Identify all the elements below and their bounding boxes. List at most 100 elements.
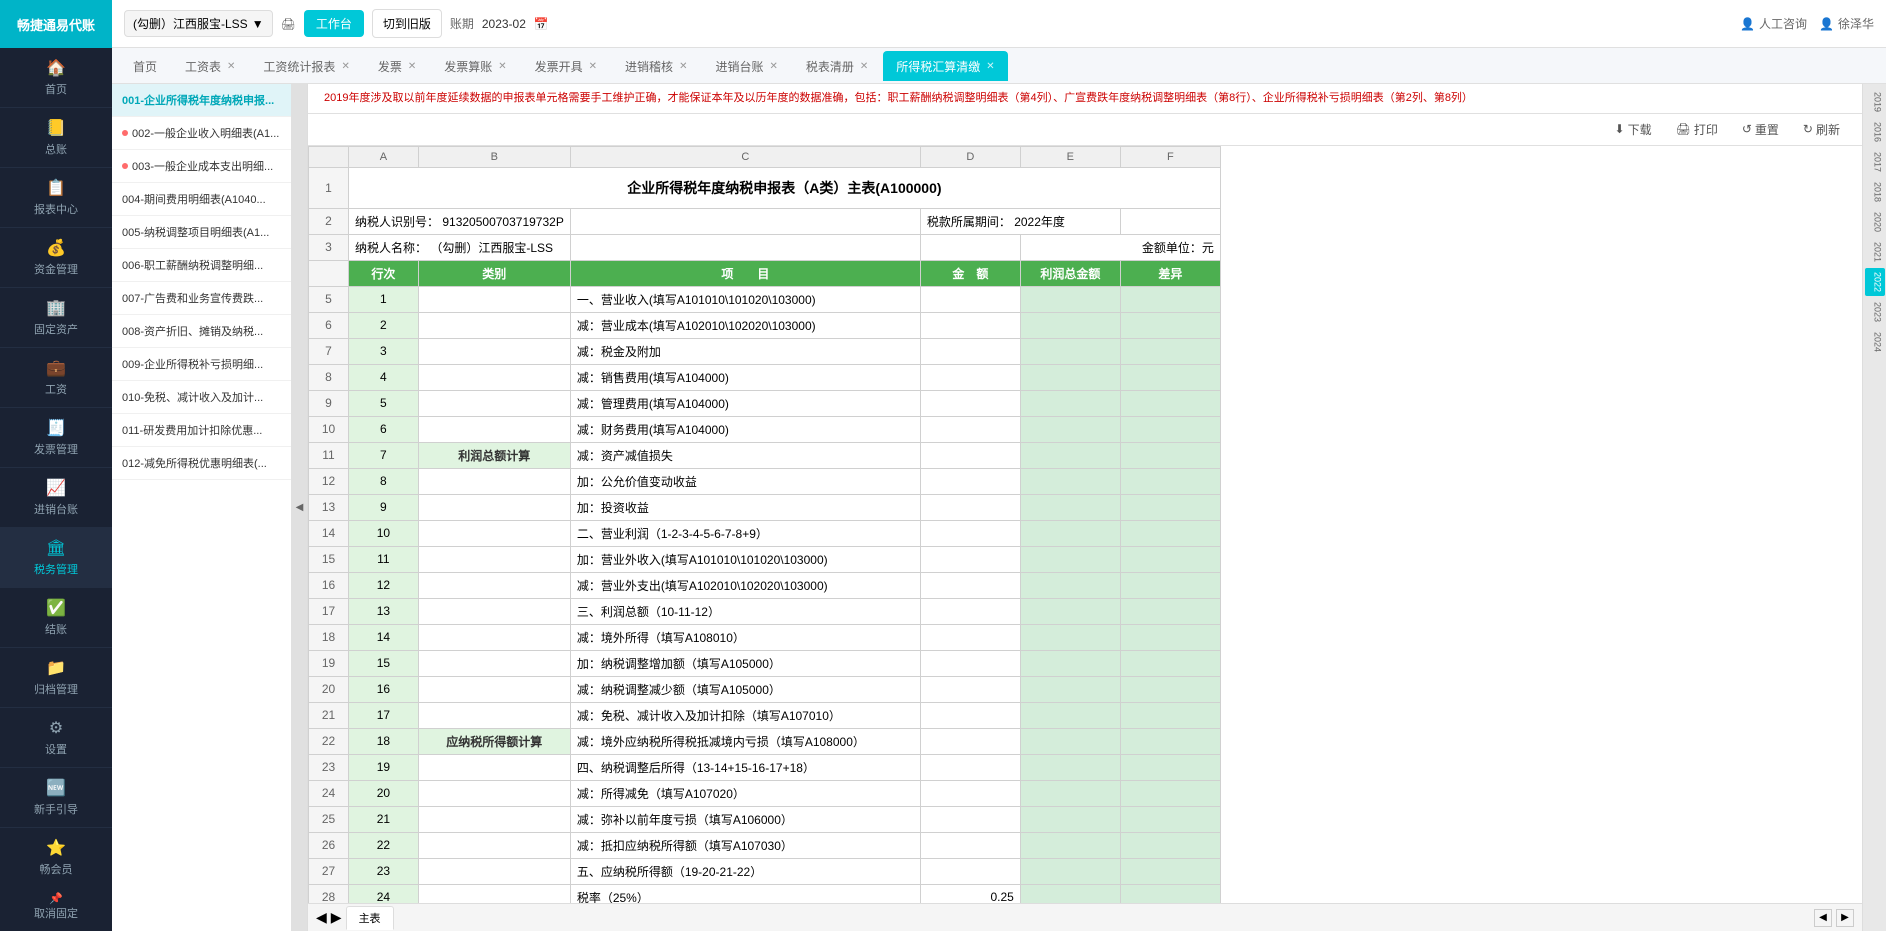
report-item-002[interactable]: 002-一般企业收入明细表(A1... [112,117,291,150]
sidebar-item-salary[interactable]: 💼 工资 [0,348,112,408]
row-sequence[interactable]: 4 [349,364,419,390]
report-item-006[interactable]: 006-职工薪酬纳税调整明细... [112,249,291,282]
row-amount[interactable] [920,416,1020,442]
row-profit-amount[interactable] [1020,806,1120,832]
row-amount[interactable] [920,442,1020,468]
row-amount[interactable] [920,806,1020,832]
row-difference[interactable] [1120,364,1220,390]
row-amount[interactable] [920,598,1020,624]
row-difference[interactable] [1120,806,1220,832]
year-2020[interactable]: 2020 [1865,208,1885,236]
report-item-011[interactable]: 011-研发费用加计扣除优惠... [112,414,291,447]
row-item[interactable]: 减：财务费用(填写A104000) [570,416,920,442]
row-sequence[interactable]: 8 [349,468,419,494]
row-sequence[interactable]: 12 [349,572,419,598]
row-sequence[interactable]: 17 [349,702,419,728]
year-2024[interactable]: 2024 [1865,328,1885,356]
report-item-008[interactable]: 008-资产折旧、摊销及纳税... [112,315,291,348]
sidebar-item-trade[interactable]: 📈 进销台账 [0,468,112,528]
row-profit-amount[interactable] [1020,416,1120,442]
row-item[interactable]: 四、纳税调整后所得（13-14+15-16-17+18） [570,754,920,780]
row-amount[interactable] [920,676,1020,702]
row-amount[interactable] [920,520,1020,546]
tab-invoice-close[interactable]: ✕ [408,61,416,72]
sheet-scroll-left[interactable]: ◀ [1814,909,1832,927]
row-sequence[interactable]: 23 [349,858,419,884]
sidebar-item-reports[interactable]: 📋 报表中心 [0,168,112,228]
row-item[interactable]: 加：投资收益 [570,494,920,520]
row-item[interactable]: 加：纳税调整增加额（填写A105000） [570,650,920,676]
row-amount[interactable] [920,312,1020,338]
row-amount[interactable] [920,572,1020,598]
report-item-001[interactable]: 001-企业所得税年度纳税申报... [112,84,291,117]
tab-invoice-calc-close[interactable]: ✕ [498,61,506,72]
print-button[interactable]: 🖨 打印 [1670,118,1724,141]
row-difference[interactable] [1120,702,1220,728]
tab-income-tax-close[interactable]: ✕ [986,61,994,72]
row-sequence[interactable]: 19 [349,754,419,780]
collapse-panel-button[interactable]: ◀ [292,84,308,931]
row-sequence[interactable]: 6 [349,416,419,442]
sidebar-item-tax[interactable]: 🏛 税务管理 [0,528,112,588]
row-difference[interactable] [1120,546,1220,572]
report-item-012[interactable]: 012-减免所得税优惠明细表(... [112,447,291,480]
report-item-003[interactable]: 003-一般企业成本支出明细... [112,150,291,183]
row-difference[interactable] [1120,780,1220,806]
row-amount[interactable] [920,650,1020,676]
switch-version-button[interactable]: 切到旧版 [372,9,442,38]
row-item[interactable]: 减：营业外支出(填写A102010\102020\103000) [570,572,920,598]
row-sequence[interactable]: 3 [349,338,419,364]
row-amount[interactable] [920,494,1020,520]
row-difference[interactable] [1120,832,1220,858]
row-sequence[interactable]: 9 [349,494,419,520]
row-item[interactable]: 二、营业利润（1-2-3-4-5-6-7-8+9） [570,520,920,546]
tab-invoice[interactable]: 发票 ✕ [365,51,429,81]
sidebar-item-archive[interactable]: 📁 归档管理 [0,648,112,708]
row-profit-amount[interactable] [1020,728,1120,754]
year-2023[interactable]: 2023 [1865,298,1885,326]
row-difference[interactable] [1120,650,1220,676]
row-sequence[interactable]: 21 [349,806,419,832]
sidebar-item-funds[interactable]: 💰 资金管理 [0,228,112,288]
tab-trade-check[interactable]: 进销稽核 ✕ [612,51,700,81]
sidebar-item-member[interactable]: ⭐ 畅会员 [0,828,112,882]
row-profit-amount[interactable] [1020,494,1120,520]
reset-button[interactable]: ↺ 重置 [1736,118,1785,141]
tab-tax-forms[interactable]: 税表清册 ✕ [793,51,881,81]
row-difference[interactable] [1120,572,1220,598]
tab-trade-ledger-close[interactable]: ✕ [769,61,777,72]
row-sequence[interactable]: 5 [349,390,419,416]
row-amount[interactable] [920,858,1020,884]
row-item[interactable]: 减：境外所得（填写A108010） [570,624,920,650]
row-difference[interactable] [1120,624,1220,650]
row-amount[interactable] [920,624,1020,650]
row-difference[interactable] [1120,728,1220,754]
row-profit-amount[interactable] [1020,442,1120,468]
tab-invoice-open[interactable]: 发票开具 ✕ [522,51,610,81]
row-item[interactable]: 五、应纳税所得额（19-20-21-22） [570,858,920,884]
tab-trade-ledger[interactable]: 进销台账 ✕ [702,51,790,81]
row-profit-amount[interactable] [1020,364,1120,390]
tab-salary-close[interactable]: ✕ [227,61,235,72]
workbench-button[interactable]: 工作台 [304,10,364,37]
sidebar-item-fixed-assets[interactable]: 🏢 固定资产 [0,288,112,348]
row-difference[interactable] [1120,390,1220,416]
row-profit-amount[interactable] [1020,624,1120,650]
report-item-004[interactable]: 004-期间费用明细表(A1040... [112,183,291,216]
company-selector[interactable]: (勾删）江西服宝-LSS ▼ [124,10,273,37]
row-item[interactable]: 减：营业成本(填写A102010\102020\103000) [570,312,920,338]
row-profit-amount[interactable] [1020,390,1120,416]
row-item[interactable]: 减：免税、减计收入及加计扣除（填写A107010） [570,702,920,728]
tab-salary-stats-close[interactable]: ✕ [341,61,349,72]
tab-salary-stats[interactable]: 工资统计报表 ✕ [250,51,362,81]
calendar-icon[interactable]: 📅 [534,17,549,31]
sheet-nav-prev[interactable]: ◀ [316,909,327,926]
report-item-005[interactable]: 005-纳税调整项目明细表(A1... [112,216,291,249]
year-2016[interactable]: 2016 [1865,118,1885,146]
tab-trade-check-close[interactable]: ✕ [679,61,687,72]
year-2019[interactable]: 2019 [1865,88,1885,116]
year-2017[interactable]: 2017 [1865,148,1885,176]
report-item-009[interactable]: 009-企业所得税补亏损明细... [112,348,291,381]
row-sequence[interactable]: 20 [349,780,419,806]
row-difference[interactable] [1120,442,1220,468]
